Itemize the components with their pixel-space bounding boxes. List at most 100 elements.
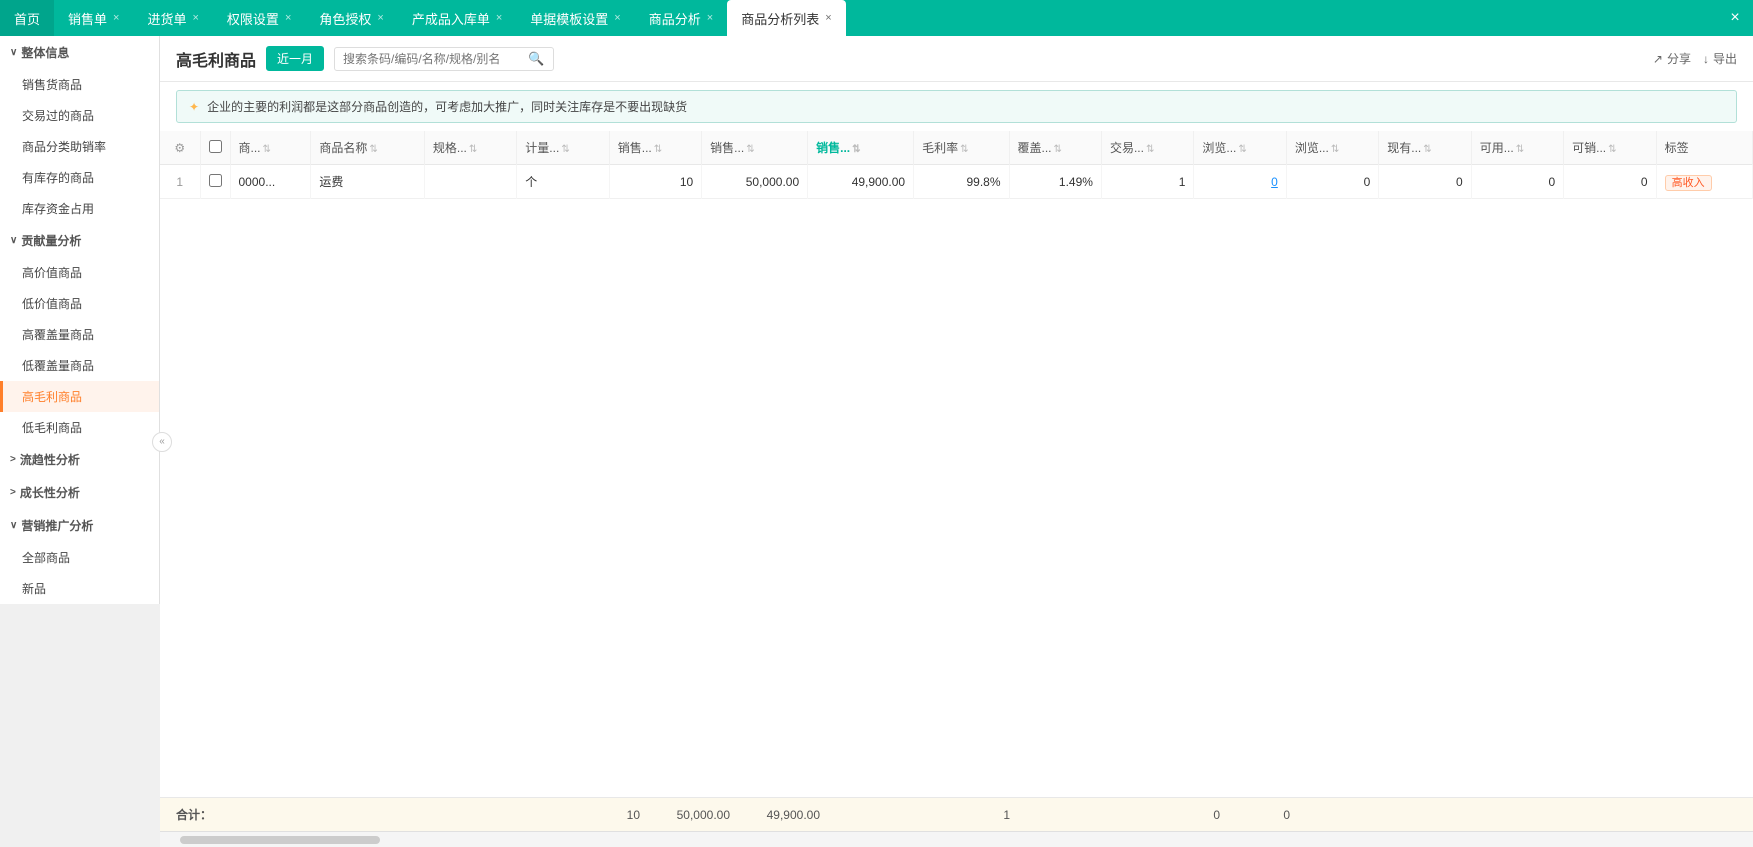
nav-sales-order[interactable]: 销售单 × — [54, 0, 133, 36]
nav-goods-analysis-list[interactable]: 商品分析列表 × — [727, 0, 845, 36]
content-header: 高毛利商品 近一月 🔍 ↗ 分享 ↓ 导出 — [160, 36, 1753, 82]
sidebar-item-high-value[interactable]: 高价值商品 — [0, 257, 159, 288]
footer-transaction: 1 — [958, 808, 1018, 822]
sidebar-item-all-goods[interactable]: 全部商品 — [0, 542, 159, 573]
sidebar-item-new-goods[interactable]: 新品 — [0, 573, 159, 604]
footer-sales-amount: 50,000.00 — [648, 808, 738, 822]
chevron-down-icon-2: ∨ — [10, 235, 17, 246]
sidebar-collapse-button[interactable]: « — [152, 432, 172, 452]
chevron-down-icon-3: ∨ — [10, 520, 17, 531]
th-sellable-stock[interactable]: 可销...⇅ — [1564, 131, 1656, 165]
scrollbar-thumb[interactable] — [180, 836, 380, 844]
data-table-container: ⚙ 商...⇅ 商品名称⇅ 规格...⇅ 计量...⇅ 销售...⇅ 销售...… — [160, 131, 1753, 797]
nav-role-auth[interactable]: 角色授权 × — [305, 0, 397, 36]
chevron-down-icon: ∨ — [10, 47, 17, 58]
close-production-inbound[interactable]: × — [496, 12, 502, 24]
cell-tag: 高收入 — [1656, 165, 1752, 199]
footer-current-stock: 0 — [1158, 808, 1228, 822]
page-title: 高毛利商品 — [176, 47, 256, 71]
close-sales-order[interactable]: × — [113, 12, 119, 24]
th-available-stock[interactable]: 可用...⇅ — [1471, 131, 1563, 165]
cell-checkbox[interactable] — [200, 165, 230, 199]
table-header-row: ⚙ 商...⇅ 商品名称⇅ 规格...⇅ 计量...⇅ 销售...⇅ 销售...… — [160, 131, 1753, 165]
th-name[interactable]: 商品名称⇅ — [311, 131, 425, 165]
horizontal-scrollbar[interactable] — [160, 831, 1753, 847]
th-sales-qty[interactable]: 销售...⇅ — [609, 131, 701, 165]
cell-browse1[interactable]: 0 — [1194, 165, 1286, 199]
data-table: ⚙ 商...⇅ 商品名称⇅ 规格...⇅ 计量...⇅ 销售...⇅ 销售...… — [160, 131, 1753, 199]
search-input[interactable] — [343, 52, 528, 66]
cell-browse2: 0 — [1286, 165, 1378, 199]
close-goods-analysis[interactable]: × — [707, 12, 713, 24]
search-icon[interactable]: 🔍 — [528, 51, 544, 67]
th-coverage[interactable]: 覆盖...⇅ — [1009, 131, 1101, 165]
footer-sales-profit: 49,900.00 — [738, 808, 828, 822]
cell-available-stock: 0 — [1471, 165, 1563, 199]
chevron-right-icon: > — [10, 454, 16, 465]
cell-sales-qty: 10 — [609, 165, 701, 199]
sidebar-group-overall[interactable]: ∨ 整体信息 — [0, 36, 159, 69]
nav-production-inbound[interactable]: 产成品入库单 × — [398, 0, 516, 36]
th-gross-margin[interactable]: 毛利率⇅ — [914, 131, 1009, 165]
sidebar-item-inventory-capital[interactable]: 库存资金占用 — [0, 193, 159, 224]
close-goods-analysis-list[interactable]: × — [825, 12, 831, 24]
sidebar: ∨ 整体信息 销售货商品 交易过的商品 商品分类助销率 有库存的商品 库存资金占… — [0, 36, 160, 604]
close-permission-settings[interactable]: × — [285, 12, 291, 24]
th-tag[interactable]: 标签 — [1656, 131, 1752, 165]
cell-sales-profit: 49,900.00 — [808, 165, 914, 199]
sidebar-item-high-margin[interactable]: 高毛利商品 — [0, 381, 159, 412]
cell-spec — [424, 165, 516, 199]
footer-available-stock: 0 — [1228, 808, 1298, 822]
th-code[interactable]: 商...⇅ — [230, 131, 311, 165]
cell-index: 1 — [160, 165, 200, 199]
cell-sellable-stock: 0 — [1564, 165, 1656, 199]
close-role-auth[interactable]: × — [377, 12, 383, 24]
sidebar-item-traded-goods[interactable]: 交易过的商品 — [0, 100, 159, 131]
footer-sales-qty: 10 — [568, 808, 648, 822]
select-all-checkbox[interactable] — [209, 140, 222, 153]
sidebar-item-in-stock-goods[interactable]: 有库存的商品 — [0, 162, 159, 193]
main-layout: ∨ 整体信息 销售货商品 交易过的商品 商品分类助销率 有库存的商品 库存资金占… — [0, 36, 1753, 847]
th-browse2[interactable]: 浏览...⇅ — [1286, 131, 1378, 165]
nav-goods-analysis[interactable]: 商品分析 × — [635, 0, 727, 36]
close-purchase-order[interactable]: × — [192, 12, 198, 24]
share-button[interactable]: ↗ 分享 — [1653, 50, 1691, 67]
top-navigation: 首页 销售单 × 进货单 × 权限设置 × 角色授权 × 产成品入库单 × 单据… — [0, 0, 1753, 36]
export-icon: ↓ — [1703, 52, 1709, 66]
th-unit[interactable]: 计量...⇅ — [517, 131, 609, 165]
cell-current-stock: 0 — [1379, 165, 1471, 199]
sidebar-item-sales-goods[interactable]: 销售货商品 — [0, 69, 159, 100]
sidebar-item-low-value[interactable]: 低价值商品 — [0, 288, 159, 319]
th-transaction[interactable]: 交易...⇅ — [1101, 131, 1193, 165]
window-close-button[interactable]: × — [1717, 0, 1753, 36]
nav-home[interactable]: 首页 — [0, 0, 54, 36]
sidebar-item-high-coverage[interactable]: 高覆盖量商品 — [0, 319, 159, 350]
footer-label: 合计： — [176, 806, 212, 823]
th-checkbox[interactable] — [200, 131, 230, 165]
th-spec[interactable]: 规格...⇅ — [424, 131, 516, 165]
sidebar-group-marketing[interactable]: ∨ 营销推广分析 — [0, 509, 159, 542]
nav-purchase-order[interactable]: 进货单 × — [133, 0, 212, 36]
nav-template-settings[interactable]: 单据模板设置 × — [516, 0, 634, 36]
sidebar-group-trend[interactable]: > 流趋性分析 — [0, 443, 159, 476]
th-current-stock[interactable]: 现有...⇅ — [1379, 131, 1471, 165]
sidebar-item-low-coverage[interactable]: 低覆盖量商品 — [0, 350, 159, 381]
th-settings[interactable]: ⚙ — [160, 131, 200, 165]
sidebar-item-low-margin[interactable]: 低毛利商品 — [0, 412, 159, 443]
row-checkbox[interactable] — [209, 174, 222, 187]
sidebar-group-growth[interactable]: > 成长性分析 — [0, 476, 159, 509]
cell-transaction: 1 — [1101, 165, 1193, 199]
share-icon: ↗ — [1653, 52, 1663, 66]
sidebar-group-contribution[interactable]: ∨ 贡献量分析 — [0, 224, 159, 257]
filter-recent-month[interactable]: 近一月 — [266, 46, 324, 71]
export-button[interactable]: ↓ 导出 — [1703, 50, 1737, 67]
chevron-right-icon-2: > — [10, 487, 16, 498]
nav-permission-settings[interactable]: 权限设置 × — [213, 0, 305, 36]
close-template-settings[interactable]: × — [614, 12, 620, 24]
th-sales-profit[interactable]: 销售...⇅ — [808, 131, 914, 165]
cell-sales-amount: 50,000.00 — [702, 165, 808, 199]
th-sales-amount[interactable]: 销售...⇅ — [702, 131, 808, 165]
sidebar-item-category-assist[interactable]: 商品分类助销率 — [0, 131, 159, 162]
th-browse1[interactable]: 浏览...⇅ — [1194, 131, 1286, 165]
content-area: 高毛利商品 近一月 🔍 ↗ 分享 ↓ 导出 ✦ 企业的主要的利润都是这部分商品创… — [160, 36, 1753, 847]
